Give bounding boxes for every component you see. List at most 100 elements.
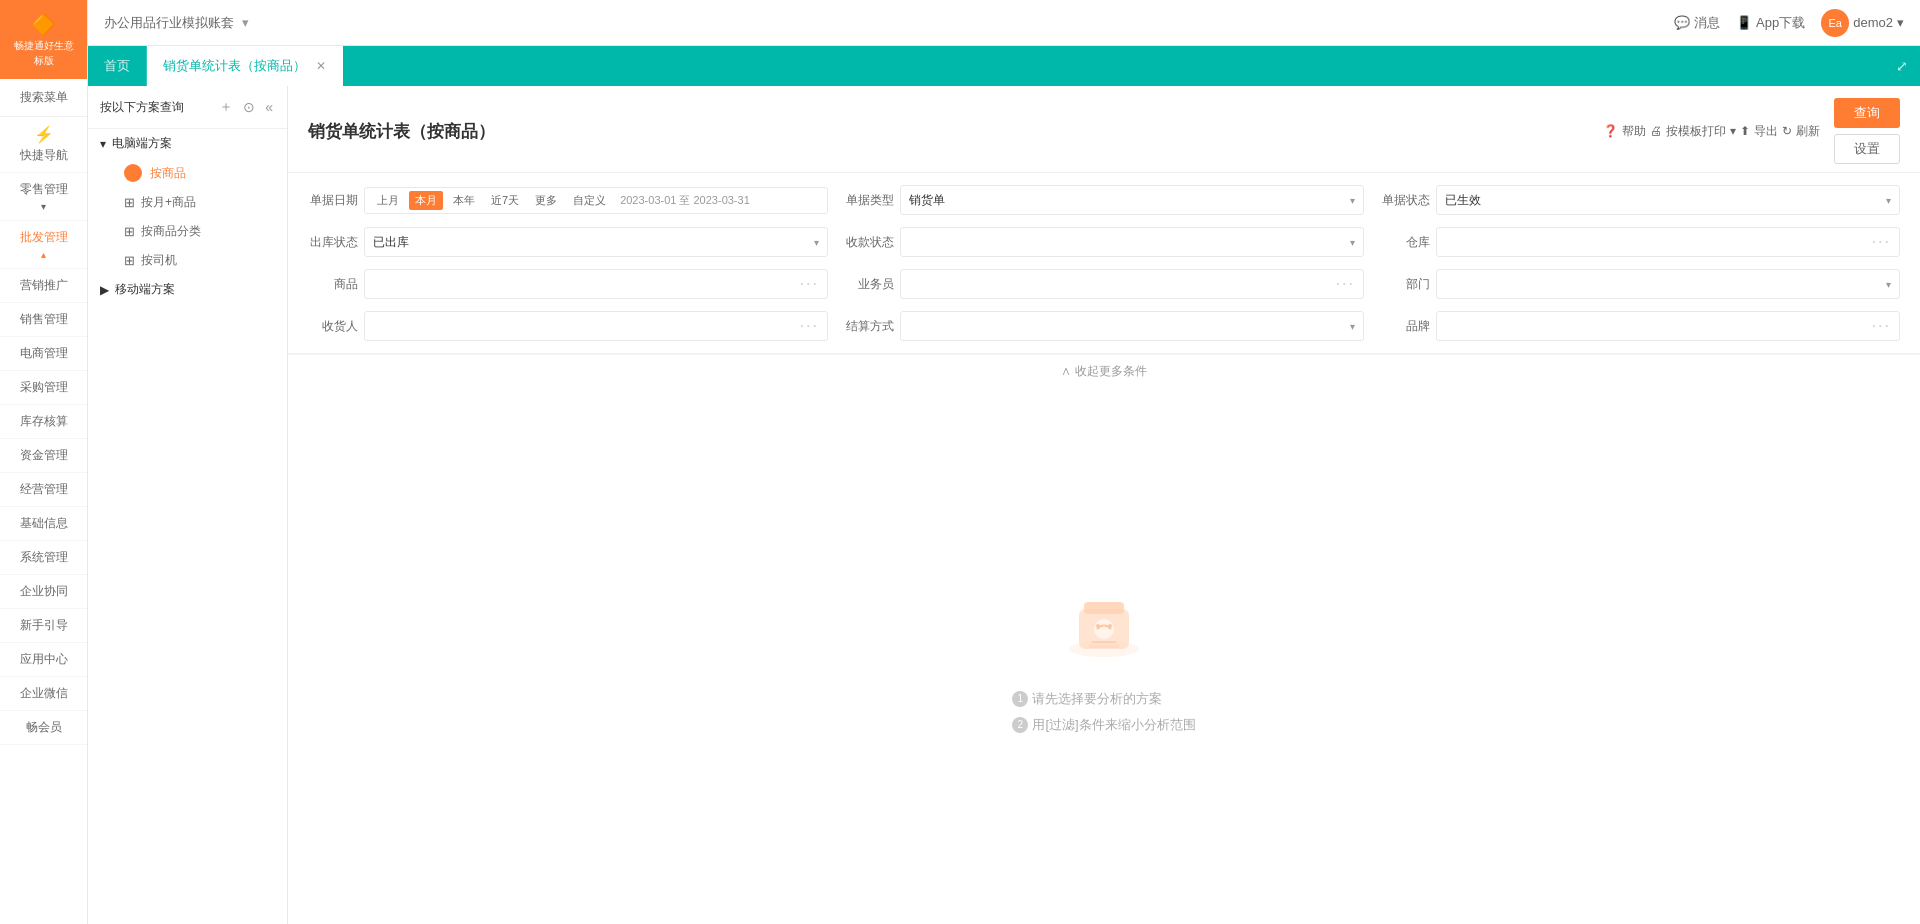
help-btn[interactable]: ❓ 帮助 bbox=[1603, 123, 1646, 140]
sidebar-item-member[interactable]: 畅会员 bbox=[0, 711, 87, 745]
settings-button[interactable]: 设置 bbox=[1834, 134, 1900, 164]
sidebar-item-corp-wechat[interactable]: 企业微信 bbox=[0, 677, 87, 711]
receiver-input[interactable]: ··· bbox=[364, 311, 828, 341]
doc-type-value: 销货单 bbox=[909, 192, 945, 209]
edit-scheme-btn[interactable]: ⊙ bbox=[241, 97, 257, 117]
filter-row-2: 出库状态 已出库 ▾ 收款状态 ▾ 仓库 bbox=[308, 227, 1900, 257]
add-scheme-btn[interactable]: ＋ bbox=[217, 96, 235, 118]
date-filter-control[interactable]: 上月 本月 本年 近7天 更多 自定义 2023-03-01 至 2023-03… bbox=[364, 187, 828, 214]
brand-input[interactable]: ··· bbox=[1436, 311, 1900, 341]
filter-doc-type: 单据类型 销货单 ▾ bbox=[844, 185, 1364, 215]
tree-item-by-product[interactable]: 按商品 bbox=[112, 158, 287, 188]
app-download-btn[interactable]: 📱 App下载 bbox=[1736, 14, 1805, 32]
empty-illustration bbox=[1054, 574, 1154, 674]
doc-type-input[interactable]: 销货单 ▾ bbox=[900, 185, 1364, 215]
sidebar-label-marketing: 营销推广 bbox=[20, 277, 68, 294]
sidebar-item-inventory[interactable]: 库存核算 bbox=[0, 405, 87, 439]
goods-input[interactable]: ··· bbox=[364, 269, 828, 299]
query-button[interactable]: 查询 bbox=[1834, 98, 1900, 128]
tree-item-by-scanner[interactable]: ⊞ 按司机 bbox=[112, 246, 287, 275]
sidebar-item-basic[interactable]: 基础信息 bbox=[0, 507, 87, 541]
sidebar-label-inventory: 库存核算 bbox=[20, 413, 68, 430]
brand-label: 品牌 bbox=[1380, 318, 1430, 335]
filter-row-1: 单据日期 上月 本月 本年 近7天 更多 自定义 2023-03-01 至 20… bbox=[308, 185, 1900, 215]
search-menu-item[interactable]: 搜索菜单 bbox=[0, 79, 87, 117]
app-logo[interactable]: 🔶 畅捷通好生意 标版 bbox=[0, 0, 87, 79]
message-icon: 💬 bbox=[1674, 15, 1690, 30]
empty-state: 1 请先选择要分析的方案 2 用[过滤]条件来缩小分析范围 bbox=[288, 388, 1920, 924]
topbar-left: 办公用品行业模拟账套 ▾ bbox=[104, 14, 249, 32]
filter-warehouse: 仓库 ··· bbox=[1380, 227, 1900, 257]
dropdown-icon[interactable]: ▾ bbox=[242, 15, 249, 30]
sidebar-label-purchase: 采购管理 bbox=[20, 379, 68, 396]
page-title: 销货单统计表（按商品） bbox=[308, 120, 495, 143]
sidebar-item-quick-nav[interactable]: ⚡ 快捷导航 bbox=[0, 117, 87, 173]
warehouse-label: 仓库 bbox=[1380, 234, 1430, 251]
salesperson-input[interactable]: ··· bbox=[900, 269, 1364, 299]
tree-item-by-category[interactable]: ⊞ 按商品分类 bbox=[112, 217, 287, 246]
collapse-panel-btn[interactable]: « bbox=[263, 97, 275, 117]
doc-type-label: 单据类型 bbox=[844, 192, 894, 209]
sidebar: 🔶 畅捷通好生意 标版 搜索菜单 ⚡ 快捷导航 零售管理 ▾ 批发管理 ▴ 营销… bbox=[0, 0, 88, 924]
sidebar-label-corp-wechat: 企业微信 bbox=[20, 685, 68, 702]
tabs-expand-btn[interactable]: ⤢ bbox=[1884, 58, 1920, 74]
print-btn[interactable]: 🖨 按模板打印 ▾ bbox=[1650, 123, 1736, 140]
sidebar-label-wholesale: 批发管理 bbox=[20, 229, 68, 246]
date-btn-this-month[interactable]: 本月 bbox=[409, 191, 443, 210]
tree-item-by-month-product[interactable]: ⊞ 按月+商品 bbox=[112, 188, 287, 217]
left-panel-actions: ＋ ⊙ « bbox=[217, 96, 275, 118]
tab-close-icon[interactable]: ✕ bbox=[316, 59, 326, 73]
date-btn-custom[interactable]: 自定义 bbox=[567, 191, 612, 210]
filter-row-3: 商品 ··· 业务员 ··· 部门 bbox=[308, 269, 1900, 299]
payment-method-input[interactable]: ▾ bbox=[900, 311, 1364, 341]
collapse-bar[interactable]: ∧ 收起更多条件 bbox=[288, 354, 1920, 388]
date-btn-this-year[interactable]: 本年 bbox=[447, 191, 481, 210]
department-dropdown-icon: ▾ bbox=[1886, 279, 1891, 290]
out-status-dropdown-icon: ▾ bbox=[814, 237, 819, 248]
sidebar-item-purchase[interactable]: 采购管理 bbox=[0, 371, 87, 405]
sidebar-item-retail[interactable]: 零售管理 ▾ bbox=[0, 173, 87, 221]
sidebar-item-system[interactable]: 系统管理 bbox=[0, 541, 87, 575]
sidebar-item-ecommerce[interactable]: 电商管理 bbox=[0, 337, 87, 371]
payment-status-input[interactable]: ▾ bbox=[900, 227, 1364, 257]
sidebar-item-app-center[interactable]: 应用中心 bbox=[0, 643, 87, 677]
svg-rect-2 bbox=[1084, 602, 1124, 614]
export-btn[interactable]: ⬆ 导出 bbox=[1740, 123, 1778, 140]
refresh-icon: ↻ bbox=[1782, 124, 1792, 138]
date-btn-last-month[interactable]: 上月 bbox=[371, 191, 405, 210]
filter-doc-status: 单据状态 已生效 ▾ bbox=[1380, 185, 1900, 215]
tree-group-mobile[interactable]: ▶ 移动端方案 bbox=[88, 275, 287, 304]
sidebar-item-sales[interactable]: 销售管理 bbox=[0, 303, 87, 337]
tab-home-label: 首页 bbox=[104, 57, 130, 75]
left-panel-header: 按以下方案查询 ＋ ⊙ « bbox=[88, 86, 287, 129]
sidebar-item-finance[interactable]: 资金管理 bbox=[0, 439, 87, 473]
sidebar-item-operations[interactable]: 经营管理 bbox=[0, 473, 87, 507]
date-btn-more[interactable]: 更多 bbox=[529, 191, 563, 210]
sidebar-item-marketing[interactable]: 营销推广 bbox=[0, 269, 87, 303]
warehouse-input[interactable]: ··· bbox=[1436, 227, 1900, 257]
message-btn[interactable]: 💬 消息 bbox=[1674, 14, 1720, 32]
tab-sales-stat[interactable]: 销货单统计表（按商品） ✕ bbox=[147, 46, 343, 86]
tree-group-pc[interactable]: ▾ 电脑端方案 bbox=[88, 129, 287, 158]
refresh-btn[interactable]: ↻ 刷新 bbox=[1782, 123, 1820, 140]
scanner-icon: ⊞ bbox=[124, 253, 135, 268]
department-input[interactable]: ▾ bbox=[1436, 269, 1900, 299]
date-range-text: 2023-03-01 至 2023-03-31 bbox=[620, 193, 750, 208]
sidebar-item-enterprise[interactable]: 企业协同 bbox=[0, 575, 87, 609]
tree-group-pc-label: 电脑端方案 bbox=[112, 135, 172, 152]
tree-item-by-month-product-label: 按月+商品 bbox=[141, 194, 196, 211]
tab-home[interactable]: 首页 bbox=[88, 46, 147, 86]
message-label: 消息 bbox=[1694, 14, 1720, 32]
doc-status-input[interactable]: 已生效 ▾ bbox=[1436, 185, 1900, 215]
content-area: 按以下方案查询 ＋ ⊙ « ▾ 电脑端方案 按商品 ⊞ 按月+商品 bbox=[88, 86, 1920, 924]
export-icon: ⬆ bbox=[1740, 124, 1750, 138]
export-label: 导出 bbox=[1754, 123, 1778, 140]
out-status-input[interactable]: 已出库 ▾ bbox=[364, 227, 828, 257]
date-btn-7days[interactable]: 近7天 bbox=[485, 191, 525, 210]
left-panel-title: 按以下方案查询 bbox=[100, 99, 184, 116]
department-label: 部门 bbox=[1380, 276, 1430, 293]
sidebar-item-wholesale[interactable]: 批发管理 ▴ bbox=[0, 221, 87, 269]
doc-status-value: 已生效 bbox=[1445, 192, 1481, 209]
sidebar-item-guide[interactable]: 新手引导 bbox=[0, 609, 87, 643]
user-menu[interactable]: Ea demo2 ▾ bbox=[1821, 9, 1904, 37]
